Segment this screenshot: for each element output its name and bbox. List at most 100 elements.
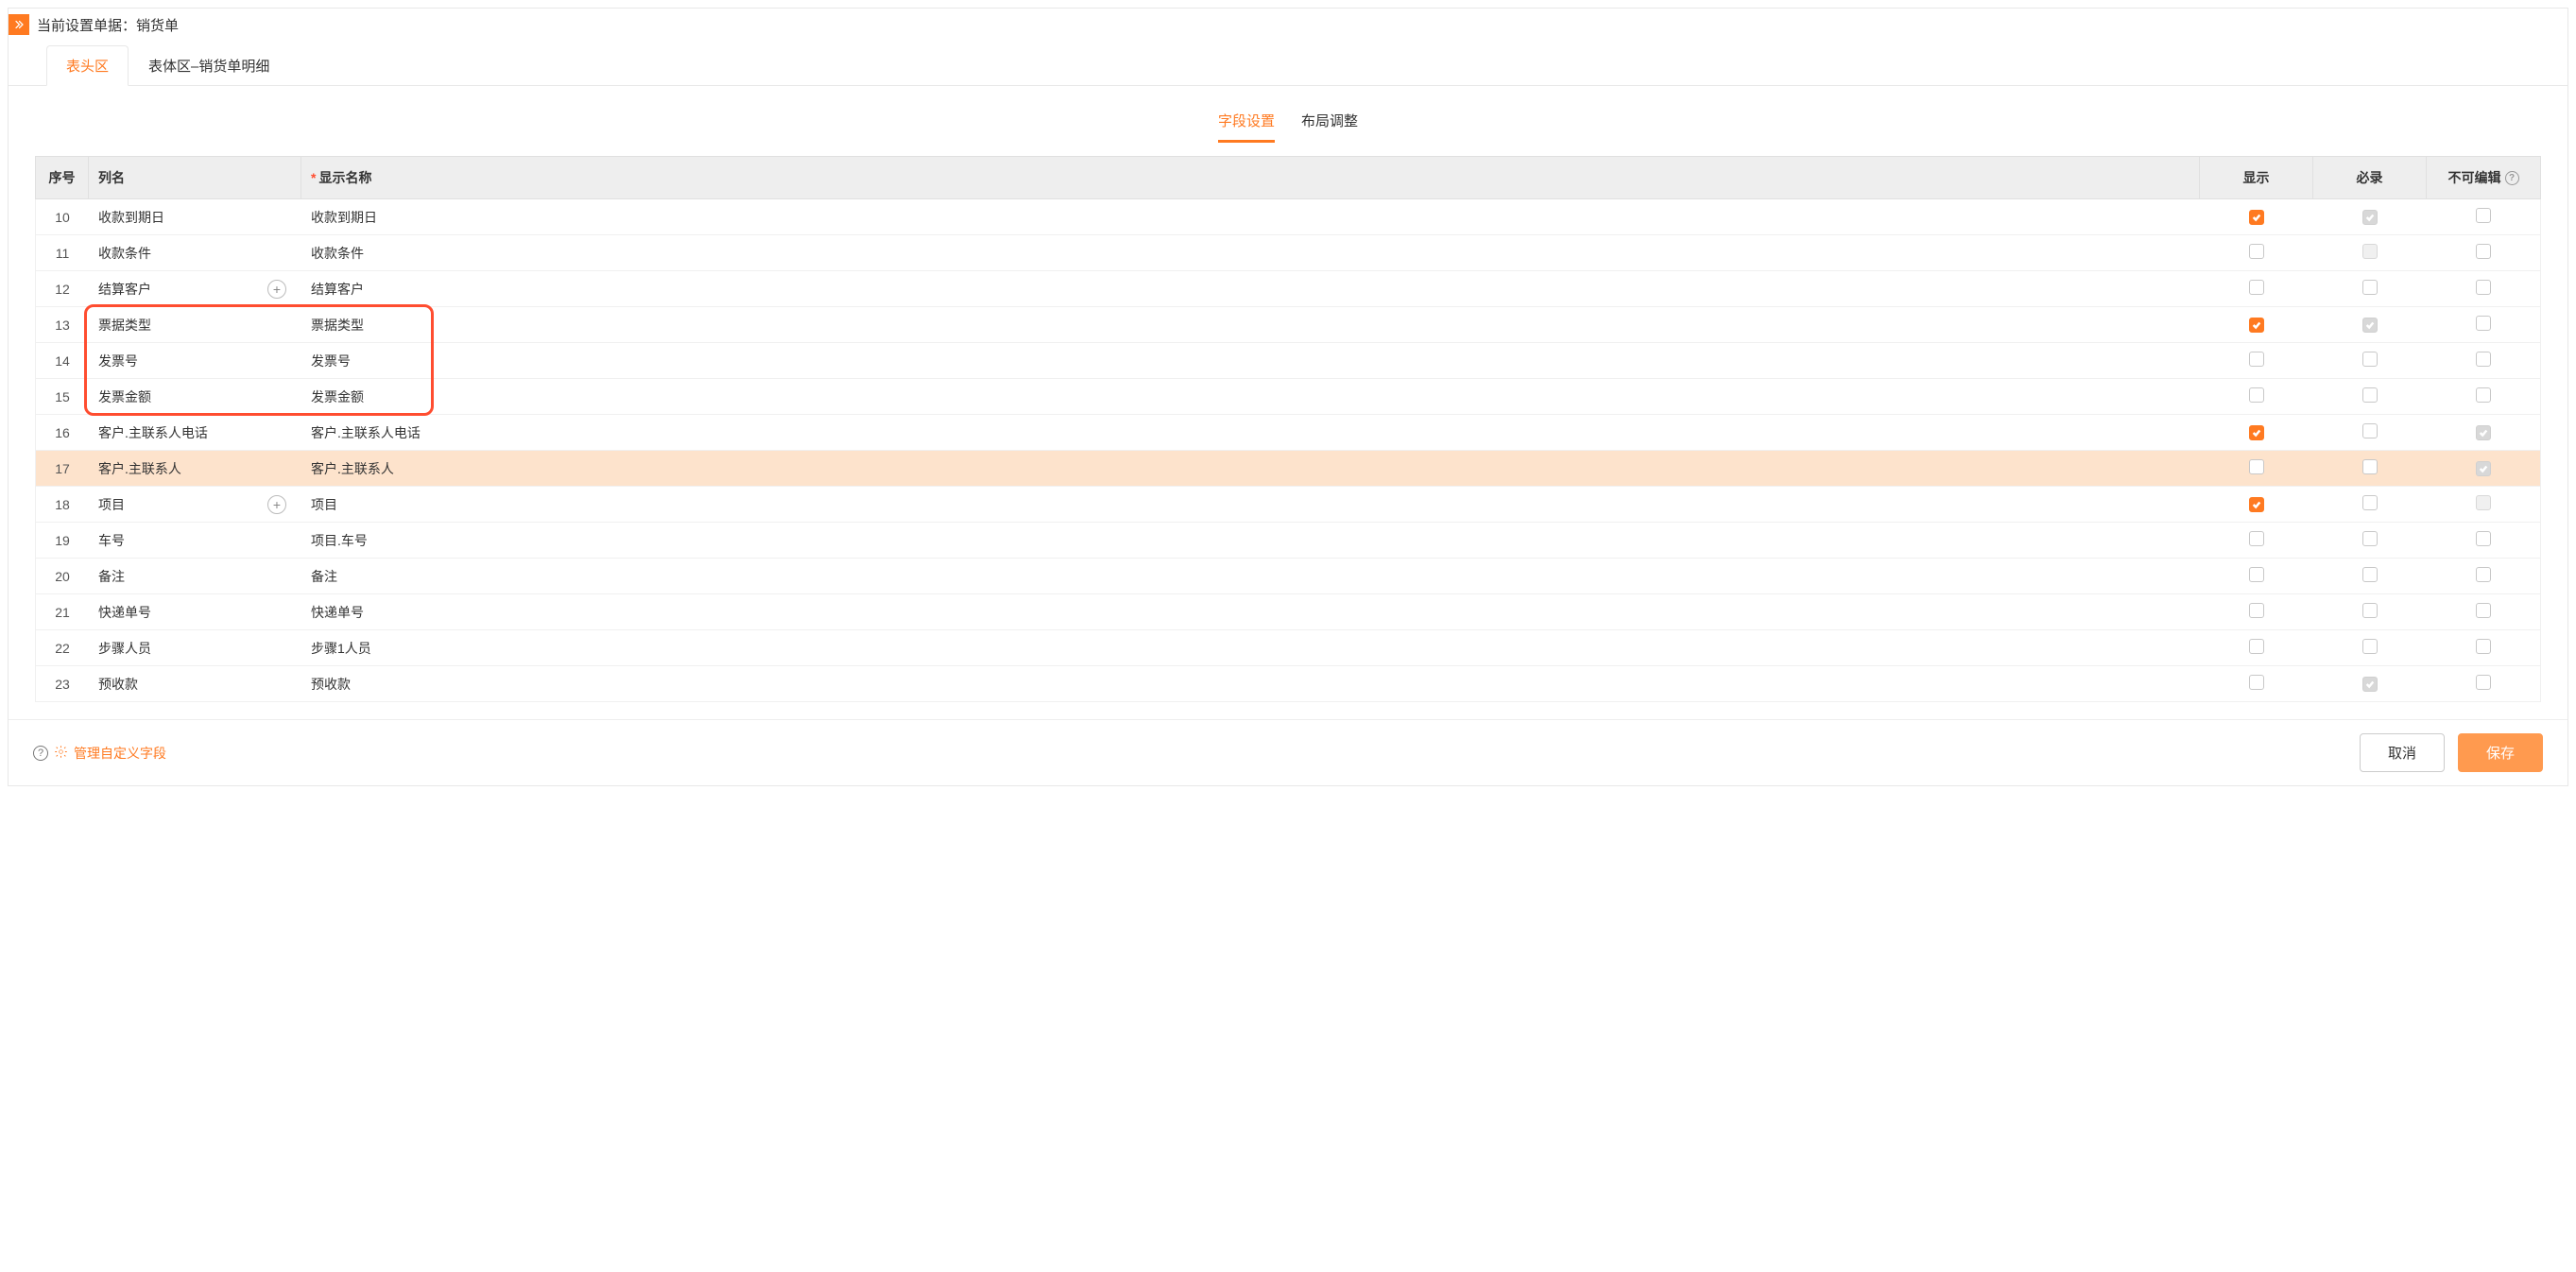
col-header-show: 显示 bbox=[2200, 157, 2313, 198]
cell-required bbox=[2313, 669, 2427, 699]
cell-required bbox=[2313, 380, 2427, 413]
table-row[interactable]: 15发票金额发票金额 bbox=[36, 379, 2540, 415]
cell-display-name[interactable]: 票据类型 bbox=[301, 308, 2200, 342]
checkbox-lock[interactable] bbox=[2476, 244, 2491, 259]
checkbox-show[interactable] bbox=[2249, 567, 2264, 582]
checkbox-show[interactable] bbox=[2249, 425, 2264, 440]
cell-display-name[interactable]: 客户.主联系人 bbox=[301, 452, 2200, 486]
checkbox-show[interactable] bbox=[2249, 210, 2264, 225]
save-button[interactable]: 保存 bbox=[2458, 733, 2543, 772]
checkbox-required[interactable] bbox=[2362, 567, 2378, 582]
colname-text: 客户.主联系人电话 bbox=[98, 423, 208, 442]
table-row[interactable]: 19车号项目.车号 bbox=[36, 523, 2540, 559]
cell-display-name[interactable]: 备注 bbox=[301, 559, 2200, 593]
checkbox-show[interactable] bbox=[2249, 387, 2264, 403]
cancel-button[interactable]: 取消 bbox=[2360, 733, 2445, 772]
cell-required bbox=[2313, 272, 2427, 305]
cell-lock bbox=[2427, 236, 2540, 269]
table-row[interactable]: 23预收款预收款 bbox=[36, 666, 2540, 702]
tab-secondary-0[interactable]: 字段设置 bbox=[1218, 105, 1275, 143]
cell-required bbox=[2313, 488, 2427, 521]
checkbox-lock[interactable] bbox=[2476, 387, 2491, 403]
table-row[interactable]: 17客户.主联系人客户.主联系人 bbox=[36, 451, 2540, 487]
table-row[interactable]: 11 收款条件 收款条件 bbox=[36, 235, 2540, 271]
cell-colname: 项目+ bbox=[89, 488, 301, 522]
cell-display-name[interactable]: 项目 bbox=[301, 488, 2200, 522]
cell-lock bbox=[2427, 200, 2540, 233]
checkbox-show[interactable] bbox=[2249, 531, 2264, 546]
tab-secondary-1[interactable]: 布局调整 bbox=[1301, 105, 1358, 143]
checkbox-lock bbox=[2476, 461, 2491, 476]
cell-display-name[interactable]: 结算客户 bbox=[301, 272, 2200, 306]
tab-primary-1[interactable]: 表体区–销货单明细 bbox=[129, 45, 289, 86]
cell-display-name[interactable]: 快递单号 bbox=[301, 595, 2200, 629]
cell-show bbox=[2200, 380, 2313, 413]
colname-text: 客户.主联系人 bbox=[98, 459, 181, 478]
cell-show bbox=[2200, 595, 2313, 628]
checkbox-lock[interactable] bbox=[2476, 567, 2491, 582]
cell-lock bbox=[2427, 308, 2540, 341]
checkbox-lock[interactable] bbox=[2476, 280, 2491, 295]
colname-text: 收款条件 bbox=[98, 244, 151, 263]
checkbox-lock[interactable] bbox=[2476, 316, 2491, 331]
cell-display-name[interactable]: 步骤1人员 bbox=[301, 631, 2200, 665]
table-row[interactable]: 16客户.主联系人电话客户.主联系人电话 bbox=[36, 415, 2540, 451]
checkbox-lock[interactable] bbox=[2476, 603, 2491, 618]
table-row[interactable]: 18项目+项目 bbox=[36, 487, 2540, 523]
help-icon[interactable]: ? bbox=[2505, 171, 2519, 185]
checkbox-lock[interactable] bbox=[2476, 208, 2491, 223]
checkbox-required[interactable] bbox=[2362, 280, 2378, 295]
cell-display-name[interactable]: 客户.主联系人电话 bbox=[301, 416, 2200, 450]
table-row[interactable]: 22步骤人员步骤1人员 bbox=[36, 630, 2540, 666]
checkbox-required[interactable] bbox=[2362, 639, 2378, 654]
checkbox-show[interactable] bbox=[2249, 244, 2264, 259]
checkbox-required[interactable] bbox=[2362, 459, 2378, 474]
table-row[interactable]: 20备注备注 bbox=[36, 559, 2540, 594]
question-icon[interactable]: ? bbox=[33, 746, 48, 761]
table-body: 10收款到期日收款到期日11收款条件收款条件12结算客户+结算客户13票据类型票… bbox=[35, 199, 2541, 702]
expand-sidebar-button[interactable] bbox=[9, 14, 29, 35]
checkbox-show[interactable] bbox=[2249, 675, 2264, 690]
tab-primary-0[interactable]: 表头区 bbox=[46, 45, 129, 86]
checkbox-required[interactable] bbox=[2362, 531, 2378, 546]
cell-required bbox=[2313, 595, 2427, 628]
cell-display-name[interactable]: 预收款 bbox=[301, 667, 2200, 701]
cell-required bbox=[2313, 524, 2427, 557]
checkbox-lock[interactable] bbox=[2476, 352, 2491, 367]
checkbox-show[interactable] bbox=[2249, 280, 2264, 295]
checkbox-show[interactable] bbox=[2249, 459, 2264, 474]
cell-display-name[interactable]: 收款条件 bbox=[301, 236, 2200, 270]
checkbox-required[interactable] bbox=[2362, 387, 2378, 403]
colname-text: 票据类型 bbox=[98, 316, 151, 335]
add-subfield-button[interactable]: + bbox=[267, 280, 286, 299]
cell-seq: 11 bbox=[36, 238, 89, 268]
cell-display-name[interactable]: 发票金额 bbox=[301, 380, 2200, 414]
checkbox-required[interactable] bbox=[2362, 495, 2378, 510]
table-row[interactable]: 13票据类型票据类型 bbox=[36, 307, 2540, 343]
table-row[interactable]: 14发票号发票号 bbox=[36, 343, 2540, 379]
cell-lock bbox=[2427, 454, 2540, 484]
colname-text: 预收款 bbox=[98, 675, 138, 694]
checkbox-lock[interactable] bbox=[2476, 531, 2491, 546]
checkbox-show[interactable] bbox=[2249, 352, 2264, 367]
manage-custom-fields-link[interactable]: 管理自定义字段 bbox=[74, 744, 166, 763]
table-row[interactable]: 10收款到期日收款到期日 bbox=[36, 199, 2540, 235]
cell-display-name[interactable]: 收款到期日 bbox=[301, 200, 2200, 234]
cell-lock bbox=[2427, 524, 2540, 557]
checkbox-required[interactable] bbox=[2362, 603, 2378, 618]
add-subfield-button[interactable]: + bbox=[267, 495, 286, 514]
secondary-tabs: 字段设置布局调整 bbox=[9, 105, 2567, 143]
checkbox-show[interactable] bbox=[2249, 639, 2264, 654]
checkbox-required[interactable] bbox=[2362, 423, 2378, 438]
checkbox-show[interactable] bbox=[2249, 497, 2264, 512]
checkbox-lock[interactable] bbox=[2476, 639, 2491, 654]
cell-display-name[interactable]: 项目.车号 bbox=[301, 524, 2200, 558]
table-row[interactable]: 21快递单号快递单号 bbox=[36, 594, 2540, 630]
cell-display-name[interactable]: 发票号 bbox=[301, 344, 2200, 378]
checkbox-lock[interactable] bbox=[2476, 675, 2491, 690]
cell-lock bbox=[2427, 344, 2540, 377]
table-row[interactable]: 12结算客户+结算客户 bbox=[36, 271, 2540, 307]
checkbox-show[interactable] bbox=[2249, 603, 2264, 618]
checkbox-show[interactable] bbox=[2249, 318, 2264, 333]
checkbox-required[interactable] bbox=[2362, 352, 2378, 367]
